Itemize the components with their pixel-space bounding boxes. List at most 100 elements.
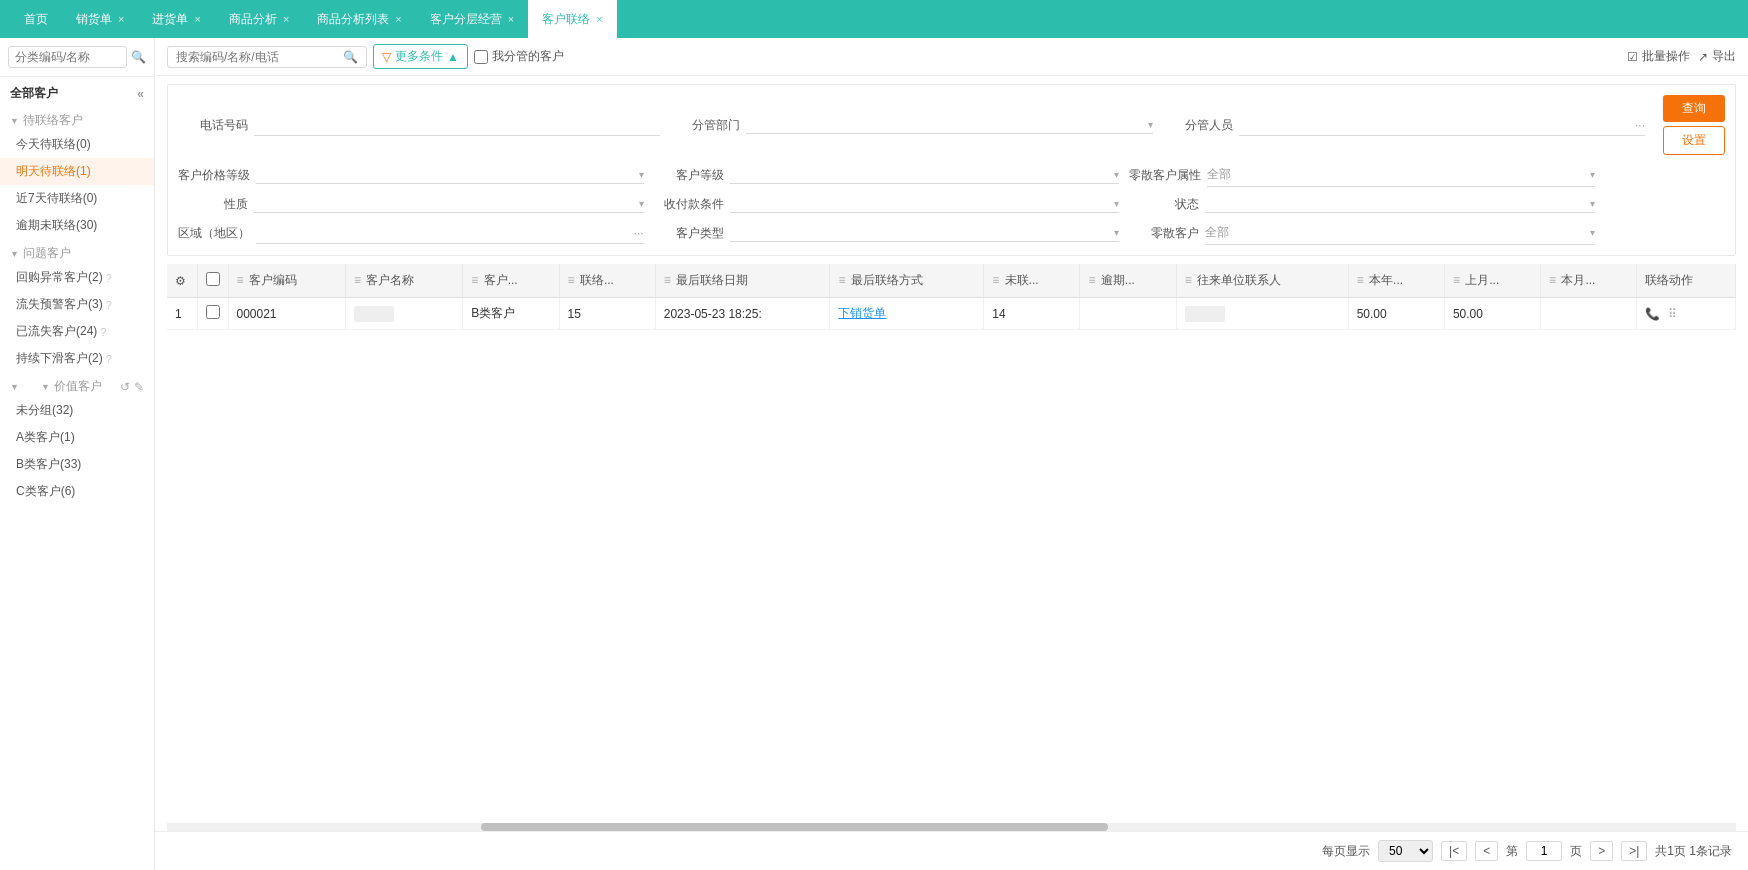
sidebar-item-7days-contact[interactable]: 近7天待联络(0)	[0, 185, 154, 212]
nav-product-analysis[interactable]: 商品分析 ×	[215, 0, 303, 38]
filter-row-4: 区域（地区） ··· 客户类型 ▾ 零散客户 全部	[178, 221, 1725, 245]
pagination: 每页显示 50 100 200 |< < 第 页 > >| 共1页 1条记录	[155, 831, 1748, 870]
col-last-method: ≡ 最后联络方式	[830, 264, 984, 298]
filter-payment-select[interactable]: ▾	[730, 195, 1120, 213]
sidebar-item-ungrouped[interactable]: 未分组(32)	[0, 397, 154, 424]
filter-price-level-select[interactable]: ▾	[256, 166, 644, 184]
prev-page-button[interactable]: <	[1475, 841, 1498, 861]
sidebar-item-churn-warning[interactable]: 流失预警客户(3) ?	[0, 291, 154, 318]
close-icon[interactable]: ×	[596, 13, 602, 25]
filter-retail-attr-select[interactable]: 全部 ▾	[1207, 163, 1595, 187]
col-last-date: ≡ 最后联络日期	[655, 264, 830, 298]
sidebar-group-problem: 问题客户	[0, 239, 154, 264]
page-size-select[interactable]: 50 100 200	[1378, 840, 1433, 862]
row-this-month	[1541, 298, 1637, 330]
sidebar-search-bar: 🔍	[0, 38, 154, 77]
table-scroll-bar[interactable]	[167, 823, 1736, 831]
row-code: 000021	[228, 298, 345, 330]
filter-customer-level-select[interactable]: ▾	[730, 166, 1120, 184]
filter-retail-customer-label: 零散客户	[1129, 225, 1199, 242]
filter-phone-input[interactable]	[254, 115, 660, 136]
close-icon[interactable]: ×	[118, 13, 124, 25]
filter-region-select[interactable]: ···	[256, 223, 644, 244]
export-icon: ↗	[1698, 50, 1708, 64]
checkbox-icon: ☑	[1627, 50, 1638, 64]
filter-customer-type-select[interactable]: ▾	[730, 224, 1120, 242]
close-icon[interactable]: ×	[508, 13, 514, 25]
close-icon[interactable]: ×	[194, 13, 200, 25]
filter-row-3: 性质 ▾ 收付款条件 ▾ 状态	[178, 195, 1725, 213]
col-icon: ≡	[1453, 273, 1460, 287]
filter-person-select[interactable]: ···	[1239, 115, 1645, 136]
sidebar-item-churned[interactable]: 已流失客户(24) ?	[0, 318, 154, 345]
col-icon: ≡	[1549, 273, 1556, 287]
settings-icon[interactable]: ⚙	[175, 274, 186, 288]
my-customer-checkbox[interactable]: 我分管的客户	[474, 48, 564, 65]
batch-op-button[interactable]: ☑ 批量操作	[1627, 48, 1690, 65]
contact-method-link[interactable]: 下销货单	[838, 306, 886, 320]
scroll-thumb[interactable]	[481, 823, 1109, 831]
sidebar-item-tomorrow-contact[interactable]: 明天待联络(1)	[0, 158, 154, 185]
contact-person-blurred	[1185, 306, 1225, 322]
row-checkbox[interactable]	[206, 305, 220, 319]
filter-status-select[interactable]: ▾	[1205, 195, 1595, 213]
filter-action-buttons: 查询 设置	[1663, 95, 1725, 155]
chevron-down-icon: ▾	[1590, 169, 1595, 180]
help-icon: ?	[106, 299, 112, 311]
export-button[interactable]: ↗ 导出	[1698, 48, 1736, 65]
nav-purchase[interactable]: 进货单 ×	[138, 0, 214, 38]
refresh-icon[interactable]: ↺	[120, 380, 130, 394]
filter-dept-select[interactable]: ▾	[746, 116, 1152, 134]
close-icon[interactable]: ×	[395, 13, 401, 25]
sidebar-item-repurchase-abnormal[interactable]: 回购异常客户(2) ?	[0, 264, 154, 291]
filter-customer-level: 客户等级 ▾	[654, 166, 1120, 184]
phone-icon[interactable]: 📞	[1645, 307, 1660, 321]
next-page-button[interactable]: >	[1590, 841, 1613, 861]
filter-nature: 性质 ▾	[178, 195, 644, 213]
filter-price-level: 客户价格等级 ▾	[178, 166, 644, 184]
close-icon[interactable]: ×	[283, 13, 289, 25]
nav-customer-contact[interactable]: 客户联络 ×	[528, 0, 616, 38]
nav-home[interactable]: 首页	[10, 0, 62, 38]
search-input[interactable]	[176, 50, 343, 64]
search-bar: 🔍	[167, 46, 367, 68]
row-actions: 📞 ⠿	[1637, 298, 1736, 330]
sidebar-item-class-b[interactable]: B类客户(33)	[0, 451, 154, 478]
search-icon[interactable]: 🔍	[343, 50, 358, 64]
more-icon[interactable]: ⠿	[1668, 307, 1677, 321]
total-label: 共1页 1条记录	[1655, 843, 1732, 860]
query-button[interactable]: 查询	[1663, 95, 1725, 122]
nav-customer-tier[interactable]: 客户分层经营 ×	[416, 0, 528, 38]
edit-icon[interactable]: ✎	[134, 380, 144, 394]
col-overdue: ≡ 逾期...	[1080, 264, 1176, 298]
sidebar-item-class-a[interactable]: A类客户(1)	[0, 424, 154, 451]
page-number-input[interactable]	[1526, 841, 1562, 861]
first-page-button[interactable]: |<	[1441, 841, 1467, 861]
nav-sales[interactable]: 销货单 ×	[62, 0, 138, 38]
filter-retail-customer-select[interactable]: 全部 ▾	[1205, 221, 1595, 245]
sidebar-item-class-c[interactable]: C类客户(6)	[0, 478, 154, 505]
settings-button[interactable]: 设置	[1663, 126, 1725, 155]
sidebar-search-input[interactable]	[8, 46, 127, 68]
chevron-down-icon: ▾	[639, 198, 644, 209]
row-last-month: 50.00	[1444, 298, 1540, 330]
filter-nature-select[interactable]: ▾	[254, 195, 644, 213]
sidebar-item-today-contact[interactable]: 今天待联络(0)	[0, 131, 154, 158]
select-all-checkbox[interactable]	[206, 272, 220, 286]
last-page-button[interactable]: >|	[1621, 841, 1647, 861]
filter-person-label: 分管人员	[1163, 117, 1233, 134]
my-customer-check[interactable]	[474, 50, 488, 64]
nav-product-analysis-list[interactable]: 商品分析列表 ×	[303, 0, 415, 38]
col-icon: ≡	[237, 273, 244, 287]
filter-payment: 收付款条件 ▾	[654, 195, 1120, 213]
dots-icon[interactable]: ···	[1635, 118, 1645, 132]
customer-table: ⚙ ≡ 客户编码 ≡ 客户名称	[167, 264, 1736, 330]
collapse-icon[interactable]: «	[137, 87, 144, 101]
dots-icon[interactable]: ···	[634, 226, 644, 240]
sidebar-item-overdue-contact[interactable]: 逾期未联络(30)	[0, 212, 154, 239]
sidebar-all-customers[interactable]: 全部客户 «	[0, 77, 154, 106]
sidebar-search-icon[interactable]: 🔍	[131, 50, 146, 64]
sidebar-item-declining[interactable]: 持续下滑客户(2) ?	[0, 345, 154, 372]
more-filter-button[interactable]: ▽ 更多条件 ▲	[373, 44, 468, 69]
main-layout: 🔍 全部客户 « 待联络客户 今天待联络(0) 明天待联络(1) 近7天待联络(…	[0, 38, 1748, 870]
